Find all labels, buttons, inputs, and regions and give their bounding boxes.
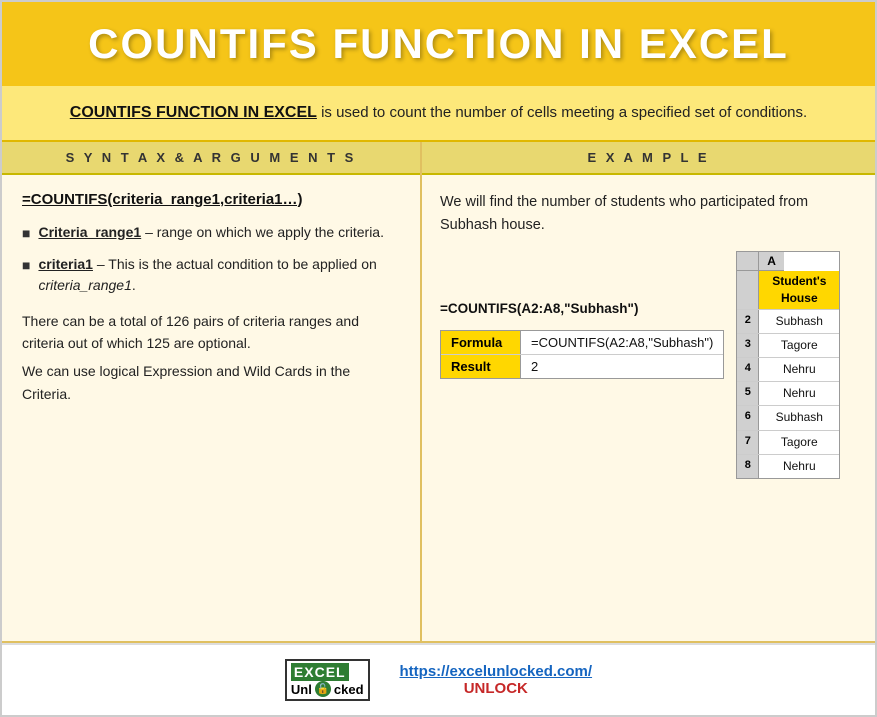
left-panel: S Y N T A X & A R G U M E N T S =COUNTIF… [2,142,422,643]
result-result-label: Result [441,355,521,378]
formula-line: =COUNTIFS(criteria_range1,criteria1…) [22,191,400,208]
bullet2-italic: criteria_range1 [38,277,131,293]
footer-unlock: UNLOCK [400,680,593,697]
result-row-result: Result 2 [441,355,723,378]
formula-display-label: =COUNTIFS(A2:A8,"Subhash") Formula =COUN… [440,251,724,379]
row-num-3: 3 [737,334,759,357]
formula-display: =COUNTIFS(A2:A8,"Subhash") [440,301,724,316]
sub-header-rest: is used to count the number of cells mee… [317,104,807,121]
footer-links: https://excelunlocked.com/ UNLOCK [400,663,593,697]
header-section: COUNTIFS FUNCTION IN EXCEL [2,2,875,86]
excel-data-row-3: 3 Tagore [737,334,839,358]
example-panel-header: E X A M P L E [422,142,875,175]
cell-8-a: Nehru [759,455,839,478]
row-num-5: 5 [737,382,759,405]
logo-excel-text: EXCEL [291,663,349,681]
cell-7-a: Tagore [759,431,839,454]
excel-data-row-4: 4 Nehru [737,358,839,382]
cell-4-a: Nehru [759,358,839,381]
sub-header-bold: COUNTIFS FUNCTION IN EXCEL [70,104,317,121]
logo-box: EXCEL Unl 🔓 cked [285,659,370,701]
result-formula-label: Formula [441,331,521,354]
logo-ocked: cked [334,682,364,697]
row-num-4: 4 [737,358,759,381]
formula-area: =COUNTIFS(A2:A8,"Subhash") Formula =COUN… [440,251,857,479]
logo-unlocked-row: Unl 🔓 cked [291,681,364,697]
content-area: S Y N T A X & A R G U M E N T S =COUNTIF… [2,142,875,643]
bullet2-content: criteria1 – This is the actual condition… [38,254,400,296]
excel-data-row-8: 8 Nehru [737,455,839,478]
header-cell-line1: Student's [772,274,826,288]
result-formula-value: =COUNTIFS(A2:A8,"Subhash") [521,331,723,354]
footer-section: EXCEL Unl 🔓 cked https://excelunlocked.c… [2,643,875,715]
syntax-panel-header: S Y N T A X & A R G U M E N T S [2,142,420,175]
header-title: COUNTIFS FUNCTION IN EXCEL [22,20,855,68]
row-num-6: 6 [737,406,759,429]
lock-icon: 🔓 [315,681,331,697]
cell-3-a: Tagore [759,334,839,357]
bullet1-rest: – range on which we apply the criteria. [141,224,384,240]
excel-corner [737,252,759,271]
bullet1-content: Criteria_range1 – range on which we appl… [38,222,384,243]
header-cell-line2: House [781,291,818,305]
right-content: We will find the number of students who … [422,175,875,641]
row-num-2: 2 [737,310,759,333]
excel-header-cell: Student's House [759,271,839,309]
excel-row-num-header [737,271,759,309]
logo-unl: Unl [291,682,312,697]
right-panel: E X A M P L E We will find the number of… [422,142,875,643]
logo-container: EXCEL Unl 🔓 cked [285,659,370,701]
result-result-value: 2 [521,355,723,378]
left-content: =COUNTIFS(criteria_range1,criteria1…) Cr… [2,175,420,641]
example-description: We will find the number of students who … [440,191,857,237]
sub-header-section: COUNTIFS FUNCTION IN EXCEL is used to co… [2,86,875,142]
result-row-formula: Formula =COUNTIFS(A2:A8,"Subhash") [441,331,723,355]
excel-data-row-2: 2 Subhash [737,310,839,334]
bullet-item-2: criteria1 – This is the actual condition… [22,254,400,296]
excel-col-header-a: A [759,252,784,271]
cell-6-a: Subhash [759,406,839,429]
bullet2-rest: – This is the actual condition to be app… [93,256,377,272]
bullet-item-1: Criteria_range1 – range on which we appl… [22,222,400,244]
excel-row-header: Student's House [737,271,839,310]
excel-col-header-row: A [737,252,839,271]
row-num-7: 7 [737,431,759,454]
cell-2-a: Subhash [759,310,839,333]
bullet2-end: . [132,277,136,293]
excel-table: A Student's House 2 [736,251,840,479]
bullet-list: Criteria_range1 – range on which we appl… [22,222,400,296]
excel-data-row-6: 6 Subhash [737,406,839,430]
main-container: COUNTIFS FUNCTION IN EXCEL COUNTIFS FUNC… [0,0,877,717]
bullet1-term: Criteria_range1 [38,224,141,240]
note1-text: There can be a total of 126 pairs of cri… [22,310,400,355]
footer-url[interactable]: https://excelunlocked.com/ [400,663,593,680]
bullet2-term: criteria1 [38,256,92,272]
cell-5-a: Nehru [759,382,839,405]
note2-text: We can use logical Expression and Wild C… [22,360,400,405]
row-num-8: 8 [737,455,759,478]
excel-data-row-5: 5 Nehru [737,382,839,406]
excel-data-row-7: 7 Tagore [737,431,839,455]
sub-header-text: COUNTIFS FUNCTION IN EXCEL is used to co… [32,100,845,126]
result-table: Formula =COUNTIFS(A2:A8,"Subhash") Resul… [440,330,724,379]
